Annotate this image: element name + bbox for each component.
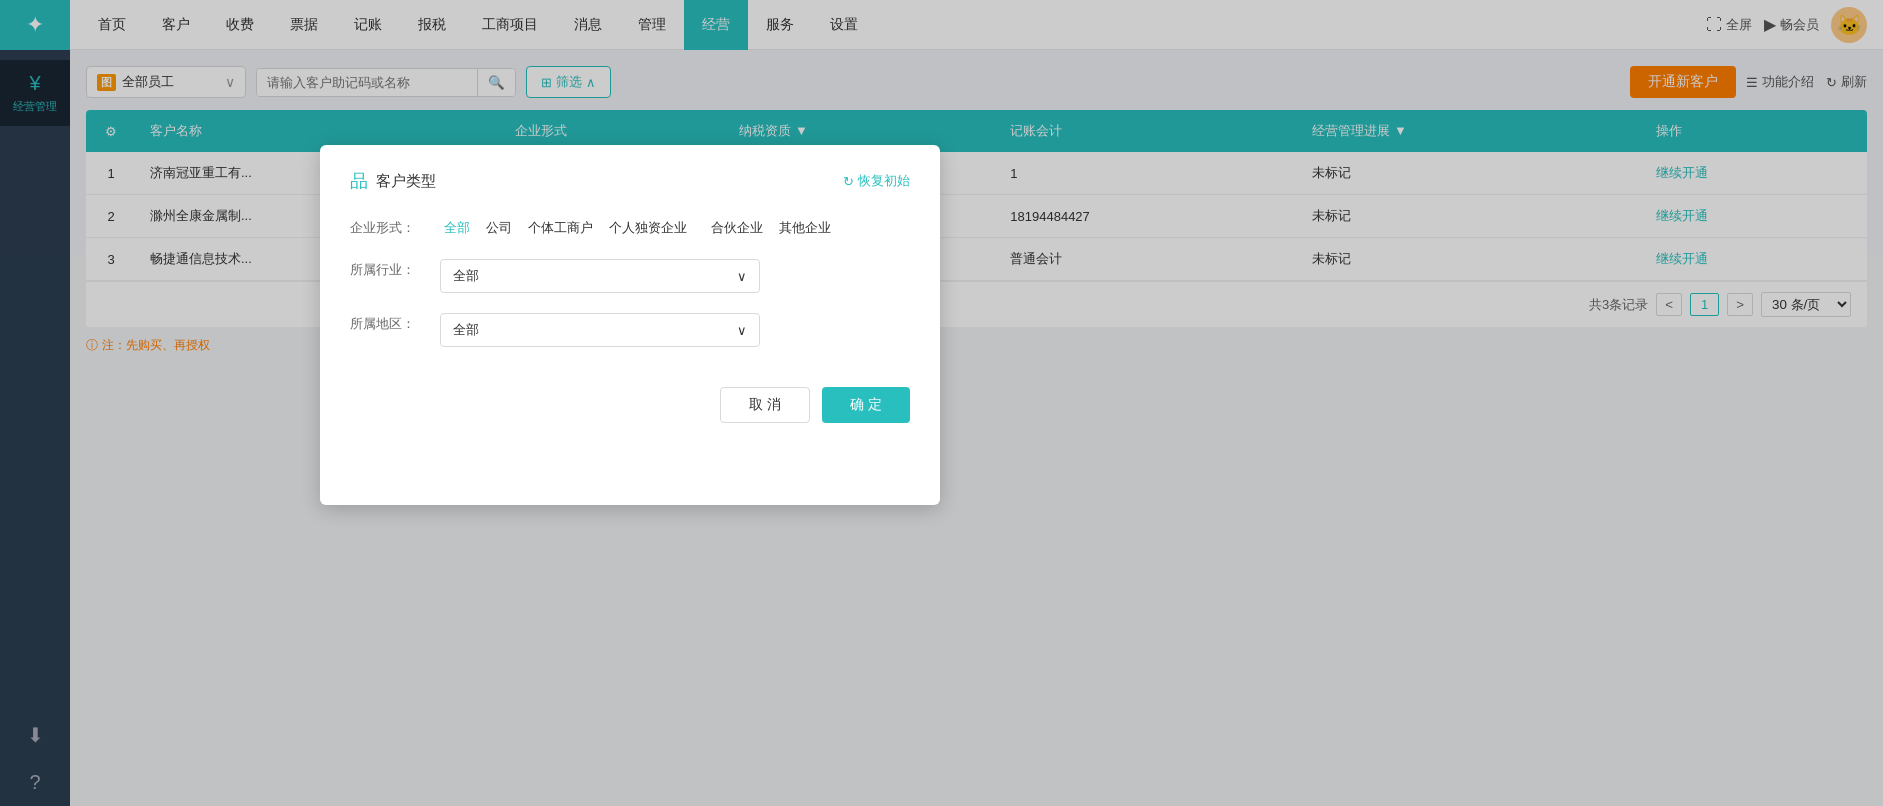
option-sole-proprietorship[interactable]: 个人独资企业	[605, 217, 691, 239]
modal-overlay: 品 客户类型 ↻ 恢复初始 企业形式： 全部 公司 个体工商户 个人独资企业 合…	[0, 0, 1883, 806]
industry-label: 所属行业：	[350, 259, 440, 279]
industry-arrow-icon: ∨	[737, 269, 747, 284]
reset-icon: ↻	[843, 174, 854, 189]
cancel-button[interactable]: 取 消	[720, 387, 810, 423]
option-individual[interactable]: 个体工商户	[524, 217, 597, 239]
modal-title-icon: 品	[350, 169, 368, 193]
region-select[interactable]: 全部 ∨	[440, 313, 760, 347]
enterprise-label: 企业形式：	[350, 217, 440, 237]
option-other[interactable]: 其他企业	[775, 217, 835, 239]
modal-header: 品 客户类型 ↻ 恢复初始	[350, 169, 910, 193]
region-arrow-icon: ∨	[737, 323, 747, 338]
industry-row: 所属行业： 全部 ∨	[350, 259, 910, 293]
region-row: 所属地区： 全部 ∨	[350, 313, 910, 347]
option-company[interactable]: 公司	[482, 217, 516, 239]
industry-select[interactable]: 全部 ∨	[440, 259, 760, 293]
option-partnership[interactable]: 合伙企业	[707, 217, 767, 239]
enterprise-form-row: 企业形式： 全部 公司 个体工商户 个人独资企业 合伙企业 其他企业	[350, 217, 910, 239]
enterprise-options: 全部 公司 个体工商户 个人独资企业 合伙企业 其他企业	[440, 217, 835, 239]
filter-modal: 品 客户类型 ↻ 恢复初始 企业形式： 全部 公司 个体工商户 个人独资企业 合…	[320, 145, 940, 505]
confirm-button[interactable]: 确 定	[822, 387, 910, 423]
region-label: 所属地区：	[350, 313, 440, 333]
modal-title: 品 客户类型	[350, 169, 436, 193]
option-all[interactable]: 全部	[440, 217, 474, 239]
modal-footer: 取 消 确 定	[350, 387, 910, 423]
reset-button[interactable]: ↻ 恢复初始	[843, 172, 910, 190]
